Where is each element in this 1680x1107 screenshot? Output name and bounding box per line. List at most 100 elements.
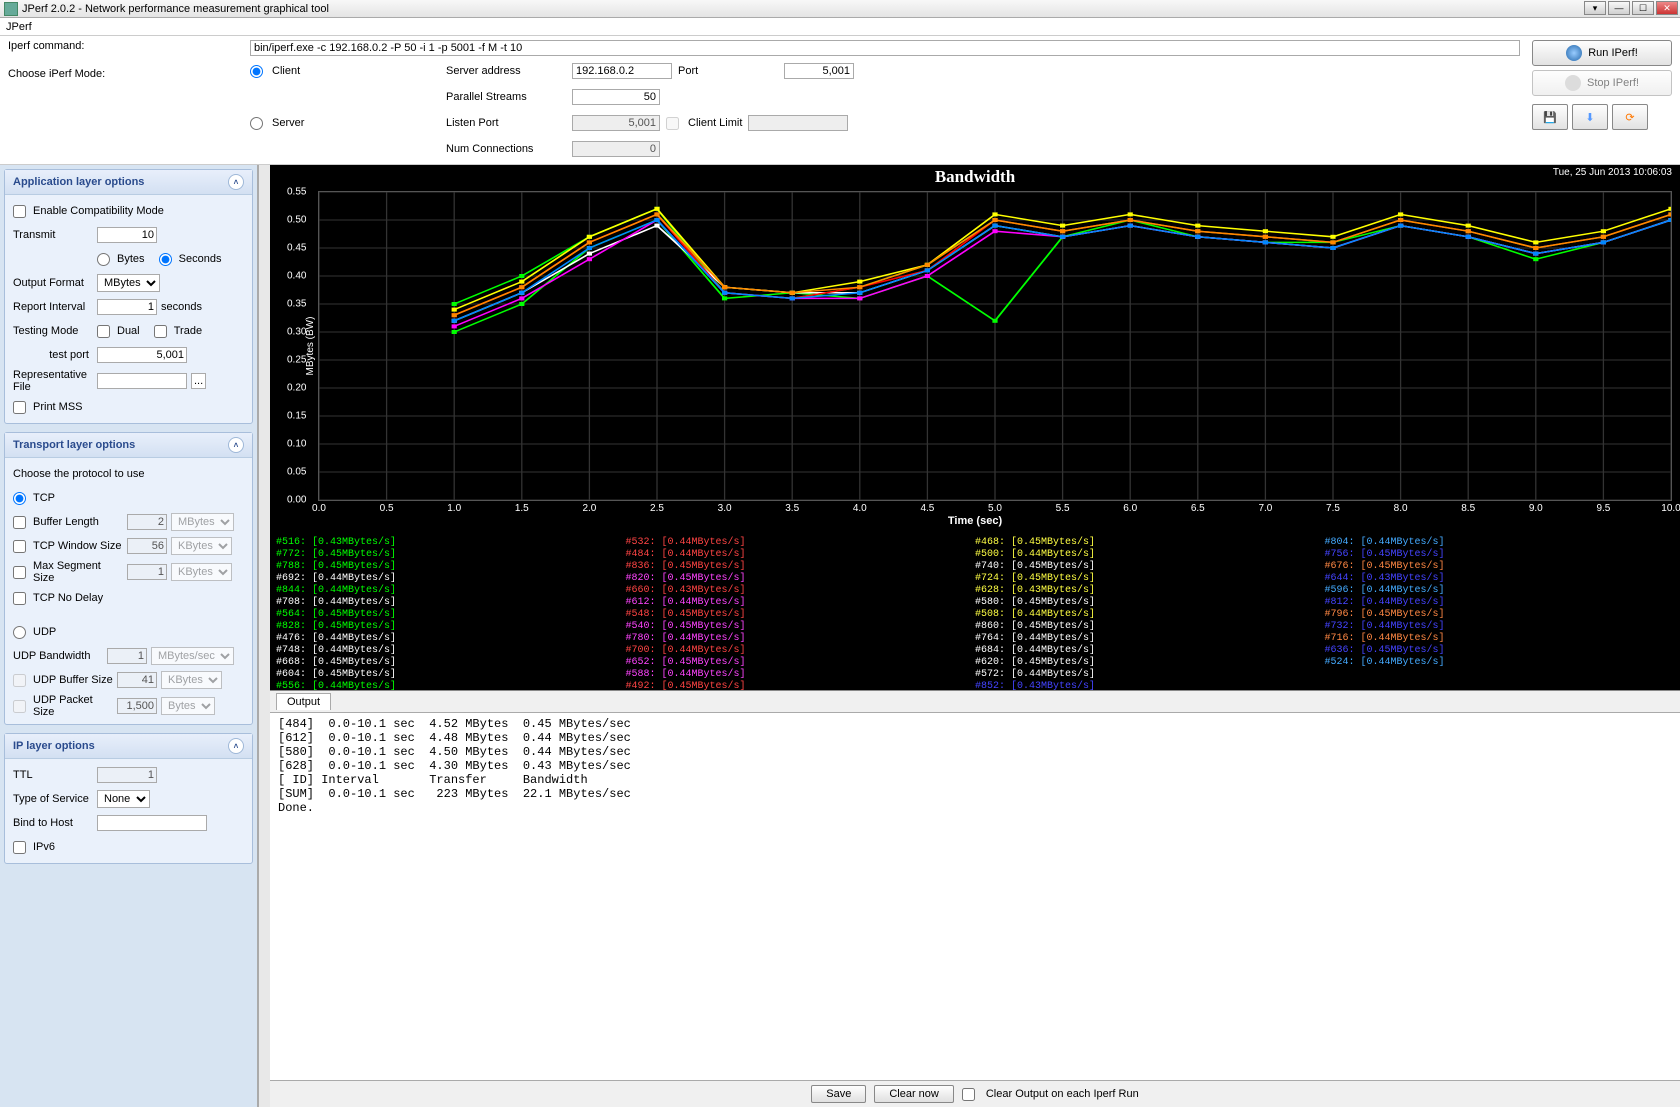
label-bytes: Bytes — [117, 253, 145, 265]
label-server: Server — [272, 117, 304, 129]
chart-legend: #516: [0.43MBytes/s]#772: [0.45MBytes/s]… — [270, 535, 1680, 690]
checkbox-trade[interactable] — [154, 325, 167, 338]
export-icon-button[interactable]: ⬇ — [1572, 104, 1608, 130]
chart-title: Bandwidth — [278, 167, 1672, 187]
label-tos: Type of Service — [13, 793, 93, 805]
port-input[interactable] — [784, 63, 854, 79]
label-server-address: Server address — [446, 65, 566, 77]
legend-item: #556: [0.44MBytes/s] — [276, 681, 626, 690]
label-bind: Bind to Host — [13, 817, 93, 829]
chart-timestamp: Tue, 25 Jun 2013 10:06:03 — [1553, 167, 1672, 178]
sidebar-scrollbar[interactable] — [258, 165, 270, 1107]
legend-item: #684: [0.44MBytes/s] — [975, 645, 1325, 657]
checkbox-nodelay[interactable] — [13, 592, 26, 605]
tcpwin-unit: KBytes — [171, 537, 232, 555]
label-rint-unit: seconds — [161, 301, 202, 313]
checkbox-printmss[interactable] — [13, 401, 26, 414]
checkbox-dual[interactable] — [97, 325, 110, 338]
output-tab[interactable]: Output — [276, 693, 331, 710]
legend-item: #772: [0.45MBytes/s] — [276, 549, 626, 561]
checkbox-client-limit — [666, 117, 679, 130]
refresh-icon-button[interactable]: ⟳ — [1612, 104, 1648, 130]
legend-item: #644: [0.43MBytes/s] — [1325, 573, 1675, 585]
udppkt-unit: Bytes — [161, 697, 215, 715]
radio-seconds[interactable] — [159, 253, 172, 266]
radio-tcp[interactable] — [13, 492, 26, 505]
panel-transport-layer: Transport layer options ˄ Choose the pro… — [4, 432, 253, 725]
iperf-command-input[interactable] — [250, 40, 1520, 56]
num-conn-input — [572, 141, 660, 157]
stop-iperf-button: Stop IPerf! — [1532, 70, 1672, 96]
label-num-conn: Num Connections — [446, 143, 566, 155]
legend-item: #852: [0.43MBytes/s] — [975, 681, 1325, 690]
checkbox-maxseg[interactable] — [13, 566, 26, 579]
collapse-icon[interactable]: ˄ — [228, 437, 244, 453]
legend-item: #740: [0.45MBytes/s] — [975, 561, 1325, 573]
window-close[interactable]: ✕ — [1656, 1, 1678, 15]
legend-item: #476: [0.44MBytes/s] — [276, 633, 626, 645]
parallel-input[interactable] — [572, 89, 660, 105]
legend-item: #596: [0.44MBytes/s] — [1325, 585, 1675, 597]
rep-file-input[interactable] — [97, 373, 187, 389]
legend-item: #668: [0.45MBytes/s] — [276, 657, 626, 669]
tos-select[interactable]: None — [97, 790, 150, 808]
legend-item: #604: [0.45MBytes/s] — [276, 669, 626, 681]
tcpwin-input — [127, 538, 167, 554]
label-maxseg: Max Segment Size — [33, 560, 123, 584]
radio-bytes[interactable] — [97, 253, 110, 266]
menubar[interactable]: JPerf — [0, 18, 1680, 36]
collapse-icon[interactable]: ˄ — [228, 738, 244, 754]
checkbox-ipv6[interactable] — [13, 841, 26, 854]
legend-item: #628: [0.43MBytes/s] — [975, 585, 1325, 597]
checkbox-clear-each[interactable] — [962, 1088, 975, 1101]
buflen-unit: MBytes — [171, 513, 234, 531]
legend-item: #748: [0.44MBytes/s] — [276, 645, 626, 657]
label-ipv6: IPv6 — [33, 841, 55, 853]
window-titlebar: JPerf 2.0.2 - Network performance measur… — [0, 0, 1680, 18]
transmit-input[interactable] — [97, 227, 157, 243]
output-clear-button[interactable]: Clear now — [874, 1085, 954, 1103]
radio-udp[interactable] — [13, 626, 26, 639]
label-tmode: Testing Mode — [13, 325, 93, 337]
legend-item: #500: [0.44MBytes/s] — [975, 549, 1325, 561]
checkbox-tcpwin[interactable] — [13, 540, 26, 553]
legend-item: #844: [0.44MBytes/s] — [276, 585, 626, 597]
run-label: Run IPerf! — [1588, 47, 1638, 59]
browse-file-button[interactable]: ... — [191, 373, 206, 389]
checkbox-buflen[interactable] — [13, 516, 26, 529]
bind-input[interactable] — [97, 815, 207, 831]
report-interval-input[interactable] — [97, 299, 157, 315]
menu-jperf[interactable]: JPerf — [6, 21, 32, 33]
legend-item: #804: [0.44MBytes/s] — [1325, 537, 1675, 549]
label-parallel: Parallel Streams — [446, 91, 566, 103]
collapse-icon[interactable]: ˄ — [228, 174, 244, 190]
chart-plot: MBytes (BW) 0.000.050.100.150.200.250.30… — [318, 191, 1672, 501]
label-tcp: TCP — [33, 492, 55, 504]
legend-item: #764: [0.44MBytes/s] — [975, 633, 1325, 645]
checkbox-compat[interactable] — [13, 205, 26, 218]
label-ttl: TTL — [13, 769, 93, 781]
output-format-select[interactable]: MBytes — [97, 274, 160, 292]
label-udp: UDP — [33, 626, 56, 638]
legend-item: #676: [0.45MBytes/s] — [1325, 561, 1675, 573]
label-choose-mode: Choose iPerf Mode: — [8, 68, 105, 80]
radio-client[interactable] — [250, 65, 263, 78]
save-icon-button[interactable]: 💾 — [1532, 104, 1568, 130]
chart-xlabel: Time (sec) — [278, 515, 1672, 527]
legend-item: #860: [0.45MBytes/s] — [975, 621, 1325, 633]
window-minimize[interactable]: — — [1608, 1, 1630, 15]
label-nodelay: TCP No Delay — [33, 592, 103, 604]
floppy-icon: 💾 — [1543, 111, 1557, 124]
legend-item: #652: [0.45MBytes/s] — [626, 657, 976, 669]
output-text[interactable]: [484] 0.0-10.1 sec 4.52 MBytes 0.45 MByt… — [270, 713, 1680, 1080]
legend-item: #836: [0.45MBytes/s] — [626, 561, 976, 573]
server-address-input[interactable] — [572, 63, 672, 79]
stop-icon — [1565, 75, 1581, 91]
legend-item: #524: [0.44MBytes/s] — [1325, 657, 1675, 669]
run-iperf-button[interactable]: Run IPerf! — [1532, 40, 1672, 66]
window-maximize[interactable]: ☐ — [1632, 1, 1654, 15]
window-minimize-extra[interactable]: ▾ — [1584, 1, 1606, 15]
output-save-button[interactable]: Save — [811, 1085, 866, 1103]
test-port-input[interactable] — [97, 347, 187, 363]
radio-server[interactable] — [250, 117, 263, 130]
